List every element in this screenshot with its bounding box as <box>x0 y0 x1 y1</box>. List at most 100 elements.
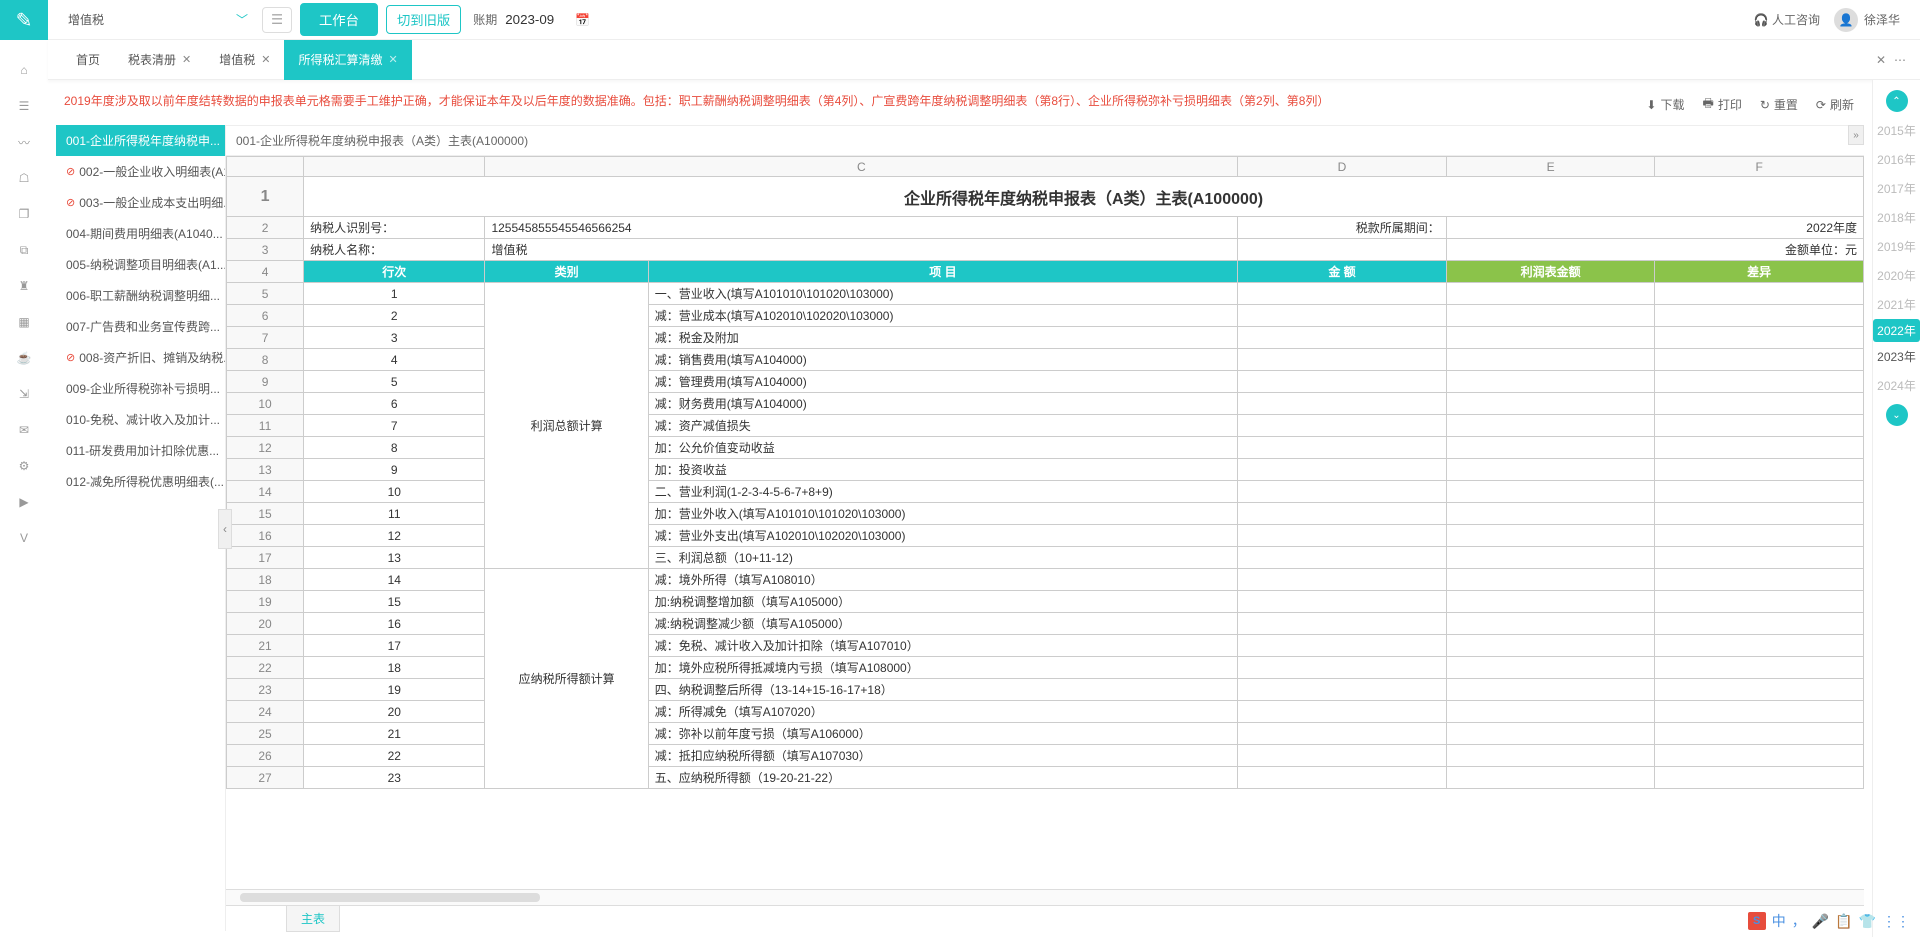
table-row[interactable]: 1612减：营业外支出(填写A102010\102020\103000) <box>227 525 1864 547</box>
form-item[interactable]: 007-广告费和业务宣传费跨... <box>56 311 225 342</box>
table-row[interactable]: 2723五、应纳税所得额（19-20-21-22） <box>227 767 1864 789</box>
ime-clip-icon[interactable]: 📋 <box>1835 913 1852 930</box>
form-item[interactable]: 006-职工薪酬纳税调整明细... <box>56 280 225 311</box>
form-item[interactable]: ⊘002-一般企业收入明细表(A1... <box>56 156 225 187</box>
left-navbar: ✎ ⌂ ☰ 〰 ☖ ❐ ⧉ ♜ ▦ ☕ ⇲ ✉ ⚙ ▶ V <box>0 0 48 937</box>
form-item[interactable]: 009-企业所得税弥补亏损明... <box>56 373 225 404</box>
nav-mail-icon[interactable]: ✉ <box>0 412 48 448</box>
h-scrollbar[interactable] <box>226 889 1864 905</box>
nav-bag-icon[interactable]: ☖ <box>0 160 48 196</box>
warning-text: 2019年度涉及取以前年度结转数据的申报表单元格需要手工维护正确，才能保证本年及… <box>48 80 1628 119</box>
table-row[interactable]: 2218加：境外应税所得抵减境内亏损（填写A108000） <box>227 657 1864 679</box>
tabs-close-icon[interactable]: ✕ <box>1876 53 1886 67</box>
workspace-button[interactable]: 工作台 <box>300 3 378 36</box>
table-row[interactable]: 106减：财务费用(填写A104000) <box>227 393 1864 415</box>
worksheet-tab[interactable]: 主表 <box>286 905 340 932</box>
year-item[interactable]: 2018年 <box>1873 203 1920 232</box>
refresh-button[interactable]: ⟳ 刷新 <box>1816 96 1854 113</box>
table-row[interactable]: 95减：管理费用(填写A104000) <box>227 371 1864 393</box>
tab-所得税汇算清缴[interactable]: 所得税汇算清缴✕ <box>284 40 411 80</box>
form-item[interactable]: ⊘008-资产折旧、摊销及纳税... <box>56 342 225 373</box>
table-row[interactable]: 2521减：弥补以前年度亏损（填写A106000） <box>227 723 1864 745</box>
table-row[interactable]: 1915加:纳税调整增加额（填写A105000） <box>227 591 1864 613</box>
year-item[interactable]: 2019年 <box>1873 232 1920 261</box>
table-row[interactable]: 2117减：免税、减计收入及加计扣除（填写A107010） <box>227 635 1864 657</box>
ime-mic-icon[interactable]: 🎤 <box>1812 913 1829 930</box>
table-row[interactable]: 2319四、纳税调整后所得（13-14+15-16-17+18） <box>227 679 1864 701</box>
year-item[interactable]: 2024年 <box>1873 371 1920 400</box>
close-icon[interactable]: ✕ <box>261 53 270 66</box>
table-row[interactable]: 1410二、营业利润(1-2-3-4-5-6-7+8+9) <box>227 481 1864 503</box>
nav-chart-icon[interactable]: 〰 <box>0 124 48 160</box>
close-icon[interactable]: ✕ <box>389 53 398 66</box>
sheet-tab-label: 001-企业所得税年度纳税申报表（A类）主表(A100000) <box>226 125 1864 156</box>
year-item[interactable]: 2021年 <box>1873 290 1920 319</box>
nav-play-icon[interactable]: ▶ <box>0 484 48 520</box>
nav-v-icon[interactable]: V <box>0 520 48 556</box>
nav-shirt-icon[interactable]: ♜ <box>0 268 48 304</box>
consult-link[interactable]: 🎧 人工咨询 <box>1754 11 1820 28</box>
table-row[interactable]: 2622减：抵扣应纳税所得额（填写A107030） <box>227 745 1864 767</box>
table-row[interactable]: 73减：税金及附加 <box>227 327 1864 349</box>
table-row[interactable]: 2016减:纳税调整减少额（填写A105000） <box>227 613 1864 635</box>
form-item[interactable]: ⊘003-一般企业成本支出明细... <box>56 187 225 218</box>
tabs-more-icon[interactable]: ⋯ <box>1894 53 1906 67</box>
year-down-icon[interactable]: ⌄ <box>1886 404 1908 426</box>
period-input[interactable] <box>505 12 575 27</box>
print-button[interactable]: 🖶 打印 <box>1703 94 1742 115</box>
ime-grid-icon[interactable]: ⋮⋮ <box>1882 913 1910 930</box>
form-item[interactable]: 011-研发费用加计扣除优惠... <box>56 435 225 466</box>
year-item[interactable]: 2022年 <box>1873 319 1920 342</box>
expand-right-icon[interactable]: » <box>1848 125 1864 145</box>
table-row[interactable]: 62减：营业成本(填写A102010\102020\103000) <box>227 305 1864 327</box>
form-item[interactable]: 005-纳税调整项目明细表(A1... <box>56 249 225 280</box>
sheet-title: 企业所得税年度纳税申报表（A类）主表(A100000) <box>304 177 1864 217</box>
table-row[interactable]: 2420减：所得减免（填写A107020） <box>227 701 1864 723</box>
ime-item[interactable]: 中 <box>1772 911 1786 931</box>
year-item[interactable]: 2020年 <box>1873 261 1920 290</box>
tab-增值税[interactable]: 增值税✕ <box>205 40 284 80</box>
nav-arrow-icon[interactable]: ⇲ <box>0 376 48 412</box>
tabs-bar: 首页税表清册✕增值税✕所得税汇算清缴✕ ✕ ⋯ <box>48 40 1920 80</box>
ime-logo[interactable]: S <box>1748 912 1766 930</box>
table-row[interactable]: 84减：销售费用(填写A104000) <box>227 349 1864 371</box>
close-icon[interactable]: ✕ <box>182 53 191 66</box>
nav-grid-icon[interactable]: ▦ <box>0 304 48 340</box>
calendar-icon[interactable]: 📅 <box>575 13 590 27</box>
reset-button[interactable]: ↻ 重置 <box>1760 96 1798 113</box>
table-row[interactable]: 51利润总额计算一、营业收入(填写A101010\101020\103000) <box>227 283 1864 305</box>
table-row[interactable]: 139加：投资收益 <box>227 459 1864 481</box>
year-item[interactable]: 2015年 <box>1873 116 1920 145</box>
year-item[interactable]: 2016年 <box>1873 145 1920 174</box>
tab-税表清册[interactable]: 税表清册✕ <box>114 40 205 80</box>
year-item[interactable]: 2017年 <box>1873 174 1920 203</box>
nav-clip-icon[interactable]: ❐ <box>0 196 48 232</box>
headset-icon: 🎧 <box>1754 13 1769 27</box>
table-row[interactable]: 1713三、利润总额（10+11-12) <box>227 547 1864 569</box>
year-up-icon[interactable]: ⌃ <box>1886 90 1908 112</box>
year-item[interactable]: 2023年 <box>1873 342 1920 371</box>
list-button[interactable]: ☰ <box>262 7 292 33</box>
form-item[interactable]: 004-期间费用明细表(A1040... <box>56 218 225 249</box>
company-select[interactable]: 增值税 ﹀ <box>68 11 248 28</box>
nav-active-icon[interactable]: ☕ <box>0 340 48 376</box>
table-row[interactable]: 1511加：营业外收入(填写A101010\101020\103000) <box>227 503 1864 525</box>
nav-home-icon[interactable]: ⌂ <box>0 52 48 88</box>
nav-doc-icon[interactable]: ☰ <box>0 88 48 124</box>
form-item[interactable]: 010-免税、减计收入及加计... <box>56 404 225 435</box>
table-row[interactable]: 1814应纳税所得额计算减：境外所得（填写A108010） <box>227 569 1864 591</box>
download-button[interactable]: ⬇ 下载 <box>1646 96 1684 113</box>
table-row[interactable]: 117减：资产减值损失 <box>227 415 1864 437</box>
ime-skin-icon[interactable]: 👕 <box>1859 913 1876 930</box>
form-item[interactable]: 001-企业所得税年度纳税申... <box>56 125 225 156</box>
nav-gear-icon[interactable]: ⚙ <box>0 448 48 484</box>
user-menu[interactable]: 👤 徐泽华 <box>1834 8 1900 32</box>
collapse-handle[interactable]: ‹ <box>218 509 232 549</box>
tab-首页[interactable]: 首页 <box>62 40 114 80</box>
sheet-area[interactable]: CDEF1企业所得税年度纳税申报表（A类）主表(A100000)2纳税人识别号：… <box>226 156 1864 889</box>
form-item[interactable]: 012-减免所得税优惠明细表(... <box>56 466 225 497</box>
switch-old-button[interactable]: 切到旧版 <box>386 5 461 34</box>
ime-item[interactable]: ， <box>1792 911 1806 931</box>
table-row[interactable]: 128加：公允价值变动收益 <box>227 437 1864 459</box>
nav-copy-icon[interactable]: ⧉ <box>0 232 48 268</box>
